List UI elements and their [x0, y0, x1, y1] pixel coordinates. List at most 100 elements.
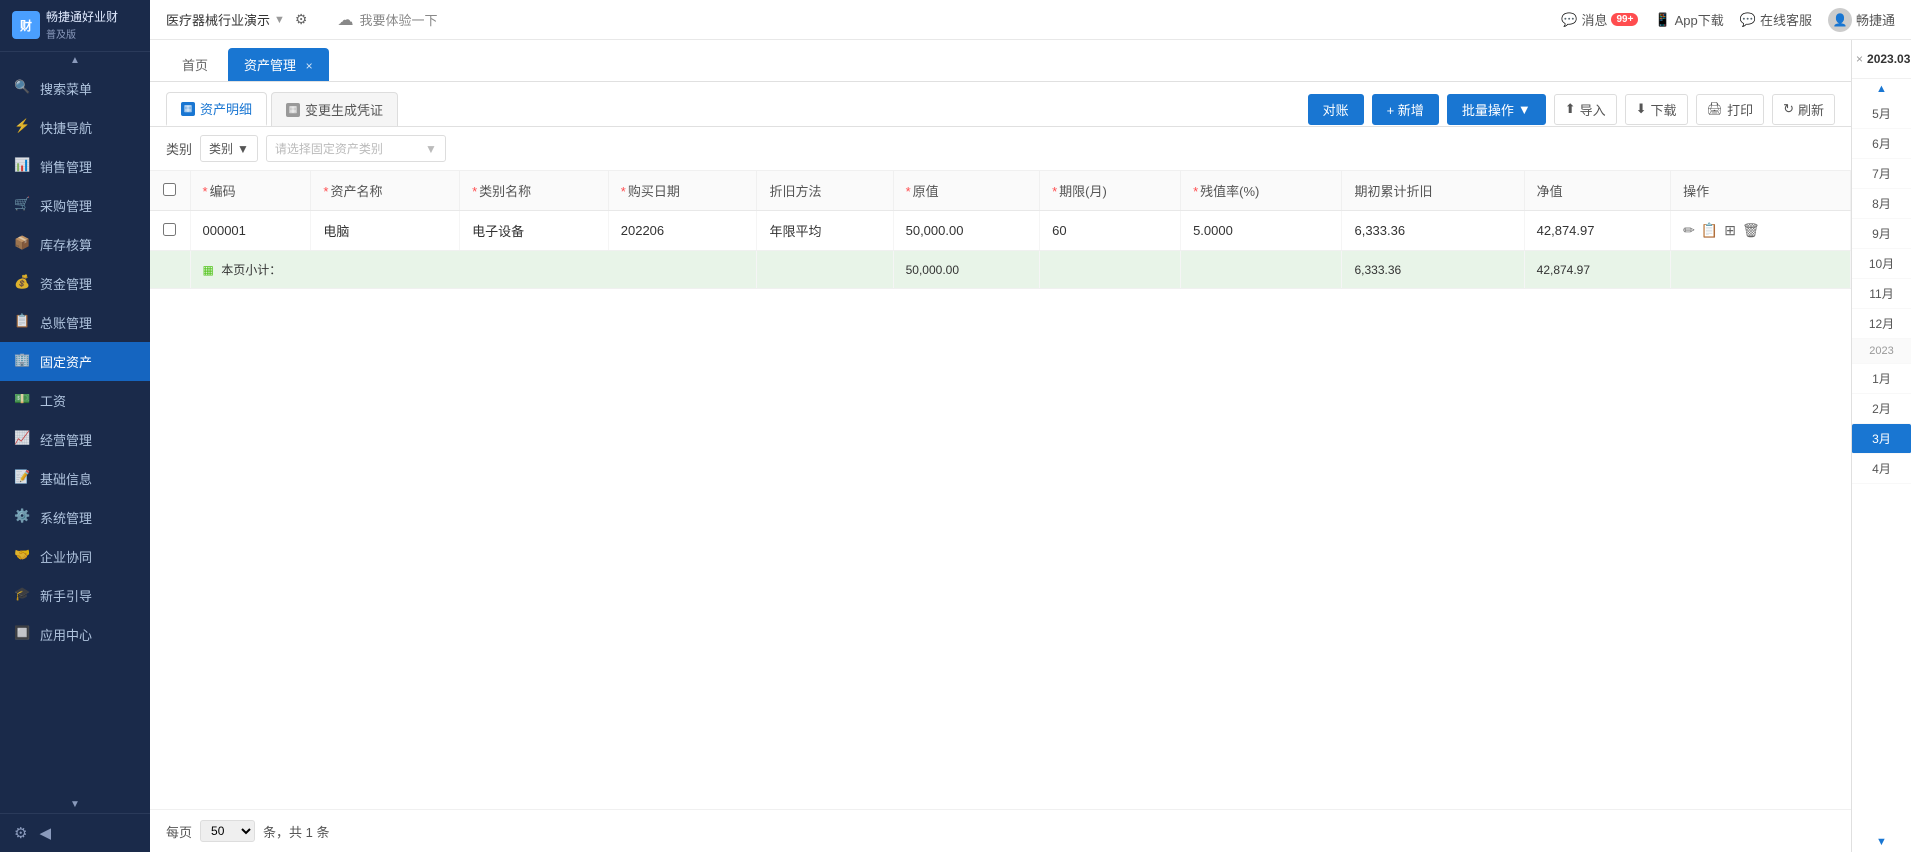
category-select-label: 类别 [209, 140, 233, 157]
category-placeholder: 请选择固定资产类别 [275, 140, 383, 157]
sidebar-item-sales[interactable]: 📊 销售管理 [0, 147, 150, 186]
cell-net-value: 42,874.97 [1524, 211, 1670, 251]
sidebar-item-app-center[interactable]: 🔲 应用中心 [0, 615, 150, 654]
messages-button[interactable]: 💬 消息 99+ [1561, 10, 1638, 29]
calendar-header: × 2023.03 ⤢ [1852, 40, 1911, 79]
cell-name: 电脑 [311, 211, 460, 251]
cal-month-6[interactable]: 6月 [1852, 129, 1911, 159]
sidebar-scroll-down[interactable]: ▼ [0, 796, 150, 813]
collapse-icon[interactable]: ◀ [39, 824, 51, 842]
cal-month-11[interactable]: 11月 [1852, 279, 1911, 309]
topbar-right: 💬 消息 99+ 📱 App下载 💬 在线客服 👤 畅捷通 [1561, 8, 1895, 32]
sidebar-item-search[interactable]: 🔍 搜索菜单 [0, 69, 150, 108]
download-icon: ⬇ [1636, 101, 1647, 117]
app-center-icon: 🔲 [14, 625, 32, 643]
print-button[interactable]: 🖨 打印 [1696, 94, 1765, 125]
subtab-asset-detail[interactable]: ▦ 资产明细 [166, 92, 267, 126]
calendar-month-list: 5月 6月 7月 8月 9月 10月 11月 12月 2023 1月 2月 3月… [1852, 99, 1911, 832]
cloud-icon: ☁ [337, 10, 353, 30]
sidebar-item-label: 经营管理 [40, 430, 92, 449]
sidebar-scroll-up[interactable]: ▲ [0, 52, 150, 69]
sidebar-item-label: 企业协同 [40, 547, 92, 566]
delete-icon[interactable]: 🗑 [1742, 222, 1760, 239]
cal-month-7[interactable]: 7月 [1852, 159, 1911, 189]
tab-close-icon[interactable]: × [306, 59, 313, 73]
refresh-button[interactable]: ↻ 刷新 [1772, 94, 1835, 125]
col-name: *资产名称 [311, 171, 460, 211]
new-button[interactable]: + 新增 [1372, 94, 1439, 125]
sidebar-item-enterprise[interactable]: 🤝 企业协同 [0, 537, 150, 576]
operations-icon: 📈 [14, 430, 32, 448]
experience-label[interactable]: 我要体验一下 [359, 10, 437, 29]
subtotal-initial-depreciation: 6,333.36 [1342, 251, 1524, 289]
batch-ops-button[interactable]: 批量操作 ▼ [1447, 94, 1546, 125]
sidebar-item-purchase[interactable]: 🛒 采购管理 [0, 186, 150, 225]
copy-icon[interactable]: 📋 [1701, 222, 1718, 239]
sidebar-item-label: 应用中心 [40, 625, 92, 644]
avatar: 👤 [1828, 8, 1852, 32]
select-all-checkbox[interactable] [163, 183, 176, 196]
calendar-scroll-down[interactable]: ▼ [1852, 832, 1911, 852]
cal-month-3-current[interactable]: 3月 [1852, 424, 1911, 454]
subtotal-label: 本页小计： [221, 263, 281, 277]
cal-month-12[interactable]: 12月 [1852, 309, 1911, 339]
sidebar-item-funds[interactable]: 💰 资金管理 [0, 264, 150, 303]
col-category: *类别名称 [460, 171, 609, 211]
fixed-assets-icon: 🏢 [14, 352, 32, 370]
import-label: 导入 [1580, 100, 1606, 119]
cal-month-5[interactable]: 5月 [1852, 99, 1911, 129]
cal-month-4[interactable]: 4月 [1852, 454, 1911, 484]
sidebar-item-fixed-assets[interactable]: 🏢 固定资产 [0, 342, 150, 381]
sidebar-item-salary[interactable]: 💵 工资 [0, 381, 150, 420]
online-service-label: 在线客服 [1760, 10, 1812, 29]
calendar-close-button[interactable]: × [1856, 52, 1863, 66]
sidebar-item-inventory[interactable]: 📦 库存核算 [0, 225, 150, 264]
cell-category: 电子设备 [460, 211, 609, 251]
category-filter-select[interactable]: 类别 ▼ [200, 135, 258, 162]
reconcile-button[interactable]: 对账 [1308, 94, 1364, 125]
category-input[interactable]: 请选择固定资产类别 ▼ [266, 135, 446, 162]
sidebar-item-ledger[interactable]: 📋 总账管理 [0, 303, 150, 342]
inventory-icon: 📦 [14, 235, 32, 253]
sidebar-item-label: 快捷导航 [40, 118, 92, 137]
subtotal-net-value: 42,874.97 [1524, 251, 1670, 289]
change-voucher-icon: ▦ [286, 103, 300, 117]
page-size-select[interactable]: 50 100 [200, 820, 255, 842]
tab-home[interactable]: 首页 [166, 48, 224, 81]
cal-month-2[interactable]: 2月 [1852, 394, 1911, 424]
app-download-button[interactable]: 📱 App下载 [1654, 10, 1723, 29]
import-button[interactable]: ⬆ 导入 [1554, 94, 1617, 125]
sales-icon: 📊 [14, 157, 32, 175]
settings-icon[interactable]: ⚙ [14, 824, 27, 842]
subtab-toolbar-right: 对账 + 新增 批量操作 ▼ ⬆ 导入 ⬇ 下载 [1308, 94, 1835, 125]
sidebar-item-basic-info[interactable]: 📝 基础信息 [0, 459, 150, 498]
subtab-change-voucher[interactable]: ▦ 变更生成凭证 [271, 92, 398, 126]
cal-month-8[interactable]: 8月 [1852, 189, 1911, 219]
sidebar-item-quick-nav[interactable]: ⚡ 快捷导航 [0, 108, 150, 147]
sidebar: 财 畅捷通好业财 普及版 ▲ 🔍 搜索菜单 ⚡ 快捷导航 📊 销售管理 🛒 采购… [0, 0, 150, 852]
sidebar-item-system[interactable]: ⚙️ 系统管理 [0, 498, 150, 537]
sidebar-item-guide[interactable]: 🎓 新手引导 [0, 576, 150, 615]
batch-chevron-icon: ▼ [1518, 102, 1531, 117]
user-menu[interactable]: 👤 畅捷通 [1828, 8, 1895, 32]
cal-year-2023: 2023 [1852, 339, 1911, 364]
tab-asset-mgmt[interactable]: 资产管理 × [228, 48, 329, 81]
online-service-button[interactable]: 💬 在线客服 [1740, 10, 1812, 29]
cal-month-1[interactable]: 1月 [1852, 364, 1911, 394]
row-checkbox[interactable] [163, 223, 176, 236]
sidebar-item-operations[interactable]: 📈 经营管理 [0, 420, 150, 459]
message-icon: 💬 [1561, 12, 1577, 28]
subtotal-checkbox-cell [150, 251, 190, 289]
table-row: 000001 电脑 电子设备 202206 年限平均 50,000.00 60 … [150, 211, 1851, 251]
table-header-row: *编码 *资产名称 *类别名称 *购买日期 折旧方法 *原值 *期限(月) *残… [150, 171, 1851, 211]
system-icon: ⚙️ [14, 508, 32, 526]
cal-month-9[interactable]: 9月 [1852, 219, 1911, 249]
edit-icon[interactable]: ✏ [1683, 222, 1695, 239]
share-icon[interactable]: ⊞ [1724, 222, 1736, 239]
settings-gear-icon[interactable]: ⚙ [295, 11, 308, 28]
sidebar-item-label: 系统管理 [40, 508, 92, 527]
calendar-scroll-up[interactable]: ▲ [1852, 79, 1911, 99]
main-area: 医疗器械行业演示 ▼ ⚙ ☁ 我要体验一下 💬 消息 99+ 📱 App下载 💬… [150, 0, 1911, 852]
cal-month-10[interactable]: 10月 [1852, 249, 1911, 279]
download-button[interactable]: ⬇ 下载 [1625, 94, 1688, 125]
